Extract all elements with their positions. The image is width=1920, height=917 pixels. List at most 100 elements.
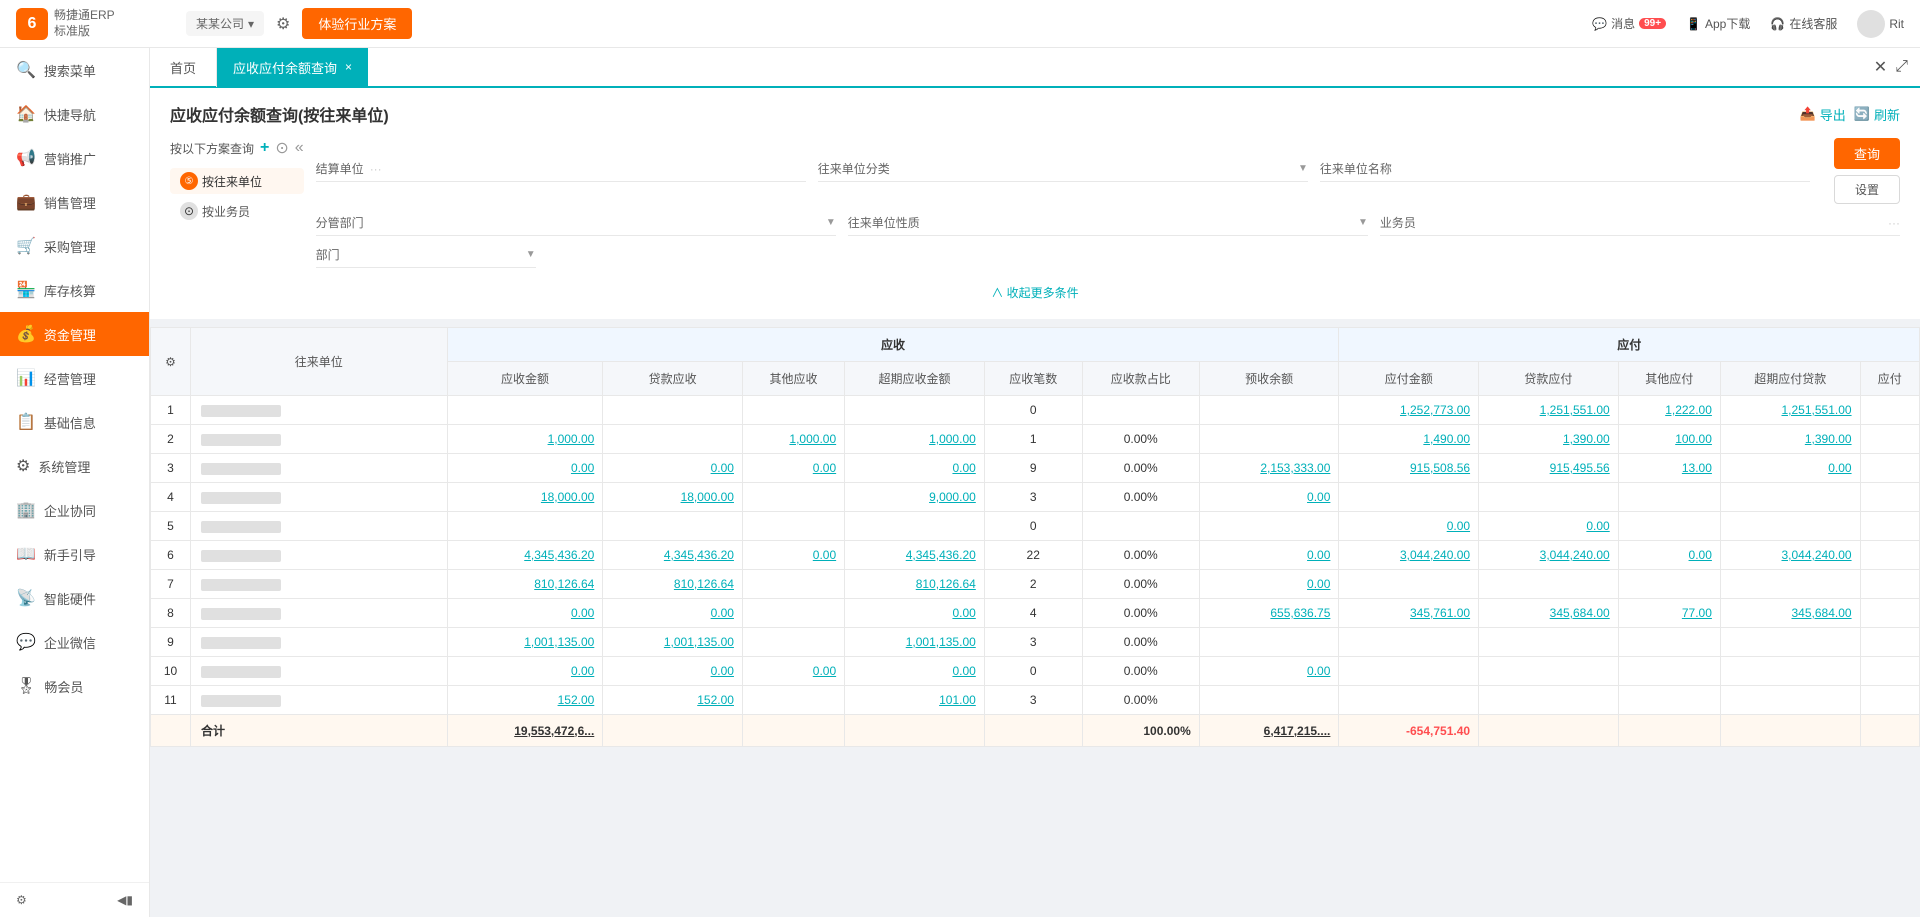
- tab-home[interactable]: 首页: [150, 47, 217, 87]
- table-cell[interactable]: 1,001,135.00: [845, 628, 985, 657]
- tab-active[interactable]: 应收应付余额查询 ×: [217, 47, 368, 87]
- collapse-sidebar-icon[interactable]: ◀▮: [117, 893, 133, 907]
- field-lwdwxz-input[interactable]: [926, 216, 1352, 230]
- table-settings-icon[interactable]: ⚙: [165, 355, 176, 369]
- window-close-icon[interactable]: ✕: [1874, 57, 1887, 77]
- table-cell[interactable]: 345,761.00: [1339, 599, 1479, 628]
- window-expand-icon[interactable]: ⤢: [1895, 58, 1908, 76]
- table-cell[interactable]: 1,252,773.00: [1339, 396, 1479, 425]
- table-cell[interactable]: 18,000.00: [603, 483, 743, 512]
- table-cell[interactable]: 0.00: [845, 657, 985, 686]
- field-lwdwfl-input[interactable]: [896, 162, 1292, 176]
- table-cell[interactable]: 0.00: [1199, 541, 1339, 570]
- table-cell[interactable]: 345,684.00: [1479, 599, 1619, 628]
- table-cell[interactable]: 0.00: [1199, 657, 1339, 686]
- table-cell[interactable]: 152.00: [447, 686, 603, 715]
- field-lwdwmc-input[interactable]: [1398, 162, 1810, 176]
- sidebar-item-corp[interactable]: 🏢 企业协同: [0, 488, 149, 532]
- table-cell[interactable]: 810,126.64: [603, 570, 743, 599]
- add-scheme-icon[interactable]: +: [260, 139, 269, 157]
- scheme-by-sales[interactable]: ⊙ 按业务员: [170, 198, 304, 224]
- table-cell[interactable]: 1,001,135.00: [447, 628, 603, 657]
- table-cell[interactable]: 0.00: [603, 454, 743, 483]
- sidebar-item-member[interactable]: 🎖 畅会员: [0, 664, 149, 708]
- table-cell[interactable]: 0.00: [447, 454, 603, 483]
- table-cell[interactable]: 3,044,240.00: [1720, 541, 1860, 570]
- sidebar-item-finance[interactable]: 💰 资金管理: [0, 312, 149, 356]
- table-cell[interactable]: 1,490.00: [1339, 425, 1479, 454]
- sidebar-item-sales[interactable]: 💼 销售管理: [0, 180, 149, 224]
- sidebar-item-guide[interactable]: 📖 新手引导: [0, 532, 149, 576]
- table-cell[interactable]: 345,684.00: [1720, 599, 1860, 628]
- table-cell[interactable]: 0.00: [1199, 570, 1339, 599]
- table-cell[interactable]: 0.00: [742, 541, 844, 570]
- table-cell[interactable]: 0.00: [1618, 541, 1720, 570]
- table-cell[interactable]: 0.00: [1479, 512, 1619, 541]
- table-cell[interactable]: 152.00: [603, 686, 743, 715]
- company-selector[interactable]: 某某公司 ▾: [186, 11, 264, 36]
- table-cell[interactable]: 2,153,333.00: [1199, 454, 1339, 483]
- sidebar-item-operations[interactable]: 📊 经营管理: [0, 356, 149, 400]
- table-cell[interactable]: 1,222.00: [1618, 396, 1720, 425]
- table-cell[interactable]: 1,000.00: [742, 425, 844, 454]
- table-cell[interactable]: 4,345,436.20: [447, 541, 603, 570]
- table-cell[interactable]: 9,000.00: [845, 483, 985, 512]
- sidebar-item-inventory[interactable]: 🏪 库存核算: [0, 268, 149, 312]
- footer-ysje[interactable]: 19,553,472,6...: [447, 715, 603, 747]
- table-cell[interactable]: 4,345,436.20: [845, 541, 985, 570]
- settings-button[interactable]: 设置: [1834, 175, 1900, 204]
- table-cell[interactable]: 18,000.00: [447, 483, 603, 512]
- table-cell[interactable]: 915,508.56: [1339, 454, 1479, 483]
- sidebar-item-system[interactable]: ⚙ 系统管理: [0, 444, 149, 488]
- solution-button[interactable]: 体验行业方案: [302, 8, 412, 39]
- sidebar-item-nav[interactable]: 🏠 快捷导航: [0, 92, 149, 136]
- refresh-button[interactable]: 🔄 刷新: [1854, 105, 1900, 124]
- field-ywy-input[interactable]: [1422, 216, 1882, 230]
- table-cell[interactable]: 100.00: [1618, 425, 1720, 454]
- sidebar-item-purchase[interactable]: 🛒 采购管理: [0, 224, 149, 268]
- download-item[interactable]: 📱 App下载: [1686, 15, 1750, 32]
- sidebar-item-hardware[interactable]: 📡 智能硬件: [0, 576, 149, 620]
- table-cell[interactable]: 915,495.56: [1479, 454, 1619, 483]
- table-cell[interactable]: 1,390.00: [1720, 425, 1860, 454]
- sidebar-item-search[interactable]: 🔍 搜索菜单: [0, 48, 149, 92]
- settings-bottom-icon[interactable]: ⚙: [16, 893, 27, 907]
- table-cell[interactable]: 0.00: [742, 657, 844, 686]
- table-cell[interactable]: 810,126.64: [845, 570, 985, 599]
- footer-yxye[interactable]: 6,417,215....: [1199, 715, 1339, 747]
- table-cell[interactable]: 13.00: [1618, 454, 1720, 483]
- table-cell[interactable]: 0.00: [603, 599, 743, 628]
- table-cell[interactable]: 0.00: [742, 454, 844, 483]
- sidebar-item-marketing[interactable]: 📢 营销推广: [0, 136, 149, 180]
- export-button[interactable]: 📤 导出: [1800, 105, 1846, 124]
- table-cell[interactable]: 810,126.64: [447, 570, 603, 599]
- table-cell[interactable]: 0.00: [447, 599, 603, 628]
- th-settings[interactable]: ⚙: [151, 328, 191, 396]
- sidebar-item-basic[interactable]: 📋 基础信息: [0, 400, 149, 444]
- table-cell[interactable]: 0.00: [845, 454, 985, 483]
- table-cell[interactable]: 1,001,135.00: [603, 628, 743, 657]
- table-cell[interactable]: 0.00: [1199, 483, 1339, 512]
- table-cell[interactable]: 4,345,436.20: [603, 541, 743, 570]
- message-item[interactable]: 💬 消息 99+: [1592, 15, 1666, 32]
- gear-icon[interactable]: ⚙: [276, 14, 290, 34]
- user-item[interactable]: Rit: [1857, 10, 1904, 38]
- table-cell[interactable]: 0.00: [845, 599, 985, 628]
- table-cell[interactable]: 1,000.00: [845, 425, 985, 454]
- table-cell[interactable]: 0.00: [1720, 454, 1860, 483]
- table-cell[interactable]: 0.00: [603, 657, 743, 686]
- service-item[interactable]: 🎧 在线客服: [1770, 15, 1837, 32]
- table-cell[interactable]: 1,251,551.00: [1479, 396, 1619, 425]
- table-cell[interactable]: 101.00: [845, 686, 985, 715]
- table-cell[interactable]: 655,636.75: [1199, 599, 1339, 628]
- field-fgbm-input[interactable]: [370, 216, 820, 230]
- field-bm-input[interactable]: [346, 248, 520, 262]
- table-cell[interactable]: 3,044,240.00: [1479, 541, 1619, 570]
- collapse-more[interactable]: ∧ 收起更多条件: [170, 278, 1900, 307]
- table-cell[interactable]: 1,000.00: [447, 425, 603, 454]
- collapse-scheme-icon[interactable]: «: [295, 139, 304, 157]
- table-cell[interactable]: 77.00: [1618, 599, 1720, 628]
- table-cell[interactable]: 1,390.00: [1479, 425, 1619, 454]
- table-cell[interactable]: 0.00: [447, 657, 603, 686]
- sidebar-item-wechat[interactable]: 💬 企业微信: [0, 620, 149, 664]
